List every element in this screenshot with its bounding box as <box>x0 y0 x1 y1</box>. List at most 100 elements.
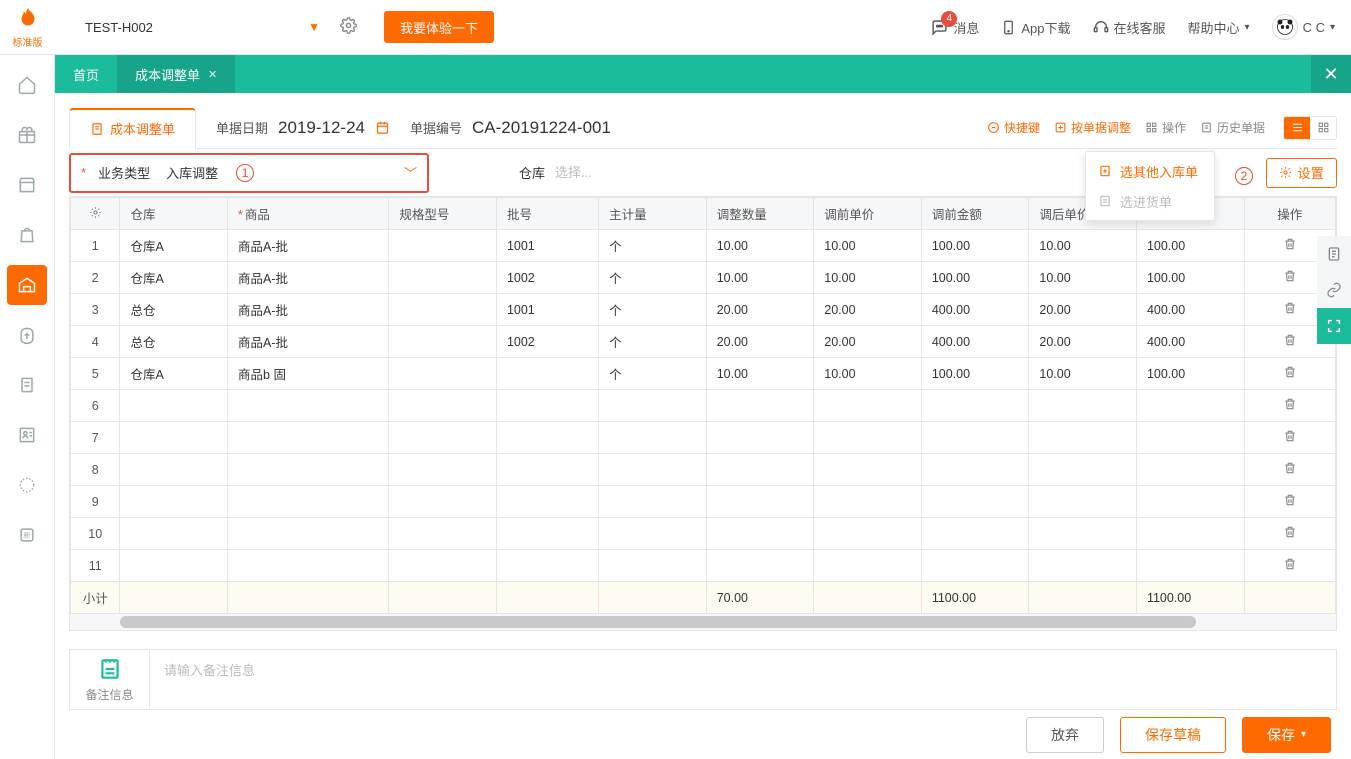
cell-qty[interactable] <box>706 454 814 486</box>
cell-post-price[interactable]: 20.00 <box>1029 294 1137 326</box>
cell-post-amount[interactable]: 400.00 <box>1136 294 1244 326</box>
cell-post-price[interactable] <box>1029 550 1137 582</box>
cell-pre-amount[interactable] <box>921 518 1029 550</box>
rail-sync[interactable] <box>7 465 47 505</box>
cell-spec[interactable] <box>389 262 497 294</box>
cell-product[interactable]: 商品A-批 <box>228 326 389 358</box>
cell-warehouse[interactable]: 总仓 <box>120 294 228 326</box>
delete-row-button[interactable] <box>1283 269 1297 286</box>
table-row[interactable]: 4总仓商品A-批1002个20.0020.00400.0020.00400.00 <box>71 326 1336 358</box>
cell-product[interactable]: 商品b 固 <box>228 358 389 390</box>
delete-row-button[interactable] <box>1283 461 1297 478</box>
cell-post-price[interactable] <box>1029 390 1137 422</box>
cell-qty[interactable]: 10.00 <box>706 262 814 294</box>
cell-post-amount[interactable] <box>1136 486 1244 518</box>
cell-warehouse[interactable] <box>120 550 228 582</box>
cell-pre-amount[interactable] <box>921 422 1029 454</box>
cell-unit[interactable] <box>599 390 707 422</box>
cell-spec[interactable] <box>389 486 497 518</box>
cell-pre-amount[interactable]: 400.00 <box>921 326 1029 358</box>
cell-warehouse[interactable] <box>120 486 228 518</box>
cell-batch[interactable]: 1002 <box>496 326 598 358</box>
online-service-button[interactable]: 在线客服 <box>1093 18 1166 37</box>
cell-post-amount[interactable]: 100.00 <box>1136 230 1244 262</box>
save-draft-button[interactable]: 保存草稿 <box>1120 717 1226 753</box>
cell-pre-price[interactable] <box>814 454 922 486</box>
table-row[interactable]: 9 <box>71 486 1336 518</box>
cell-qty[interactable] <box>706 422 814 454</box>
cell-spec[interactable] <box>389 518 497 550</box>
cell-batch[interactable]: 1001 <box>496 294 598 326</box>
cell-post-amount[interactable] <box>1136 454 1244 486</box>
cell-batch[interactable] <box>496 550 598 582</box>
rail-bag[interactable] <box>7 215 47 255</box>
cell-unit[interactable] <box>599 454 707 486</box>
org-selector[interactable]: TEST-H002 ▼ <box>75 11 330 43</box>
rail-store[interactable] <box>7 165 47 205</box>
cell-batch[interactable] <box>496 518 598 550</box>
cell-post-price[interactable]: 10.00 <box>1029 358 1137 390</box>
cell-product[interactable] <box>228 454 389 486</box>
cell-qty[interactable]: 10.00 <box>706 230 814 262</box>
cell-batch[interactable] <box>496 422 598 454</box>
rail-new[interactable]: 新 <box>7 515 47 555</box>
view-card-button[interactable] <box>1310 117 1336 139</box>
float-link-button[interactable] <box>1317 272 1351 308</box>
rail-gift[interactable] <box>7 115 47 155</box>
cell-post-price[interactable] <box>1029 486 1137 518</box>
table-row[interactable]: 10 <box>71 518 1336 550</box>
cell-post-amount[interactable] <box>1136 390 1244 422</box>
cell-post-price[interactable]: 20.00 <box>1029 326 1137 358</box>
cell-post-amount[interactable] <box>1136 550 1244 582</box>
cell-batch[interactable] <box>496 358 598 390</box>
rail-warehouse[interactable] <box>7 265 47 305</box>
cell-product[interactable] <box>228 390 389 422</box>
cell-batch[interactable] <box>496 390 598 422</box>
discard-button[interactable]: 放弃 <box>1026 717 1104 753</box>
cell-pre-amount[interactable] <box>921 390 1029 422</box>
help-center-button[interactable]: 帮助中心 ▾ <box>1188 18 1250 37</box>
cell-pre-price[interactable]: 20.00 <box>814 294 922 326</box>
cell-post-amount[interactable] <box>1136 518 1244 550</box>
cell-qty[interactable] <box>706 550 814 582</box>
remark-input[interactable] <box>150 650 1336 709</box>
cell-product[interactable] <box>228 422 389 454</box>
act-history[interactable]: 历史单据 <box>1200 119 1265 136</box>
table-row[interactable]: 3总仓商品A-批1001个20.0020.00400.0020.00400.00 <box>71 294 1336 326</box>
cell-product[interactable]: 商品A-批 <box>228 294 389 326</box>
act-shortcuts[interactable]: 快捷键 <box>987 119 1040 136</box>
rail-clipboard[interactable] <box>7 365 47 405</box>
act-ops[interactable]: 操作 <box>1145 119 1186 136</box>
delete-row-button[interactable] <box>1283 237 1297 254</box>
cell-pre-price[interactable] <box>814 550 922 582</box>
popover-other-in[interactable]: 选其他入库单 <box>1086 156 1214 186</box>
cell-pre-price[interactable]: 20.00 <box>814 326 922 358</box>
cell-batch[interactable] <box>496 486 598 518</box>
cell-qty[interactable] <box>706 518 814 550</box>
delete-row-button[interactable] <box>1283 525 1297 542</box>
warehouse-input[interactable] <box>555 165 775 180</box>
cell-product[interactable]: 商品A-批 <box>228 230 389 262</box>
page-tabs-close-button[interactable]: ✕ <box>1311 55 1351 93</box>
cell-pre-amount[interactable]: 100.00 <box>921 230 1029 262</box>
horizontal-scrollbar[interactable] <box>70 614 1336 630</box>
cell-qty[interactable]: 10.00 <box>706 358 814 390</box>
cell-post-amount[interactable]: 100.00 <box>1136 358 1244 390</box>
delete-row-button[interactable] <box>1283 557 1297 574</box>
org-settings-button[interactable] <box>336 17 360 37</box>
rail-contacts[interactable] <box>7 415 47 455</box>
delete-row-button[interactable] <box>1283 333 1297 350</box>
cell-warehouse[interactable] <box>120 390 228 422</box>
cell-spec[interactable] <box>389 294 497 326</box>
cell-unit[interactable] <box>599 422 707 454</box>
cell-unit[interactable] <box>599 486 707 518</box>
cell-pre-price[interactable]: 10.00 <box>814 358 922 390</box>
cell-pre-price[interactable]: 10.00 <box>814 230 922 262</box>
page-tab-home[interactable]: 首页 <box>55 55 117 93</box>
cell-pre-price[interactable]: 10.00 <box>814 262 922 294</box>
table-row[interactable]: 5仓库A商品b 固个10.0010.00100.0010.00100.00 <box>71 358 1336 390</box>
delete-row-button[interactable] <box>1283 365 1297 382</box>
grid-settings-button[interactable]: 设置 <box>1266 158 1337 188</box>
cell-pre-amount[interactable] <box>921 454 1029 486</box>
cell-batch[interactable]: 1002 <box>496 262 598 294</box>
